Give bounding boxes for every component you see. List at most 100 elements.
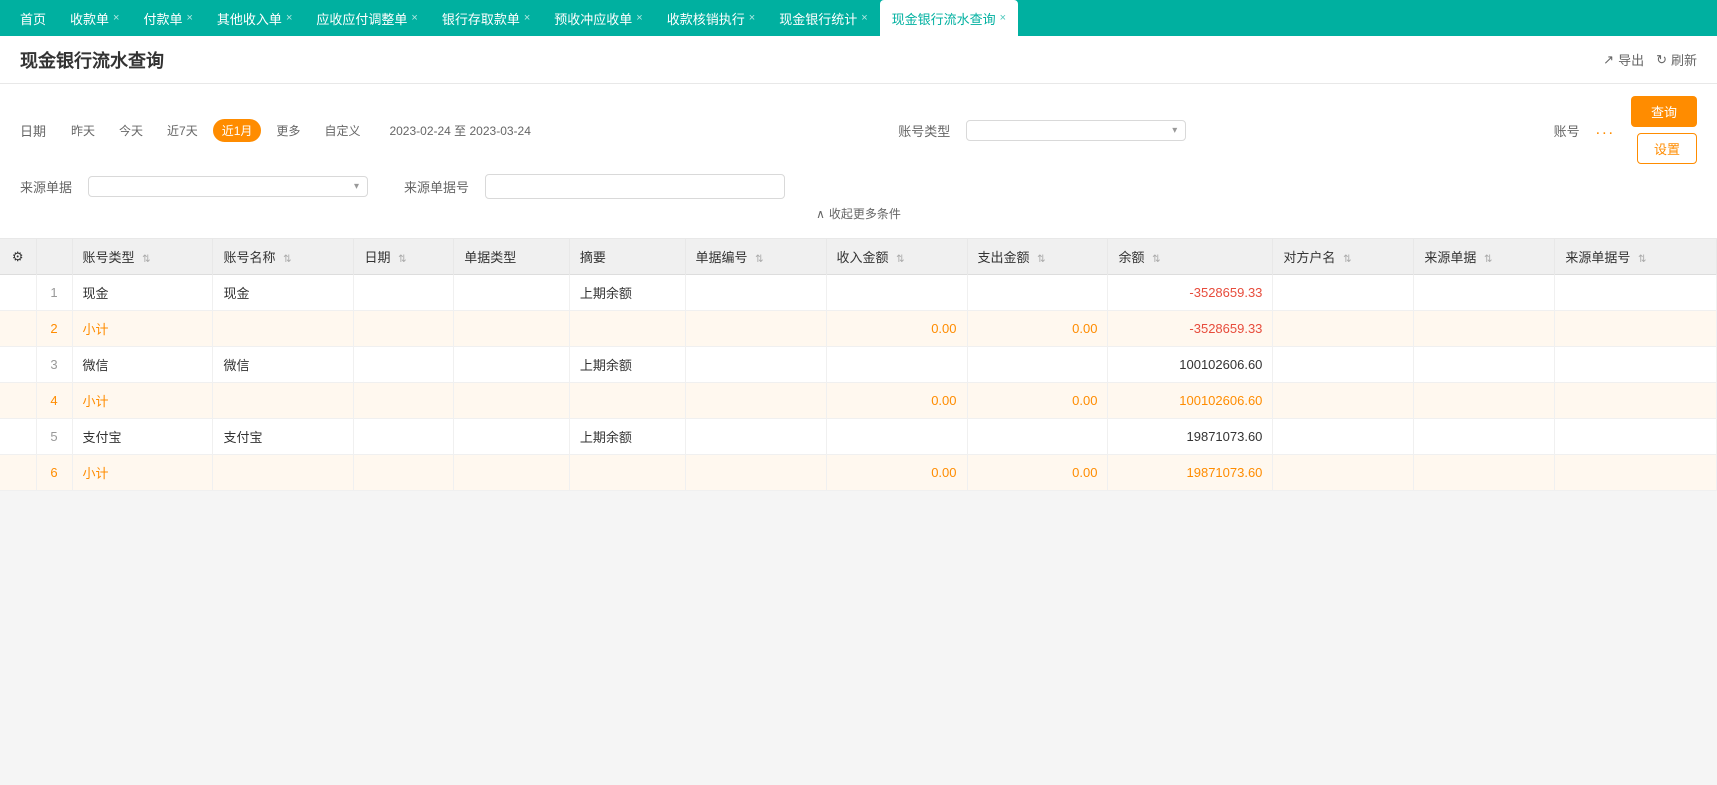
date-option-今天[interactable]: 今天 [110, 119, 152, 142]
date-option-近1月[interactable]: 近1月 [213, 119, 262, 142]
cell-doc-type [454, 455, 570, 491]
cell-date [354, 347, 454, 383]
cell-balance: 100102606.60 [1108, 383, 1273, 419]
row-index: 1 [36, 275, 72, 311]
nav-tab-收款单[interactable]: 收款单× [58, 0, 131, 36]
sort-icon: ⇅ [1484, 254, 1492, 265]
cell-income [826, 347, 967, 383]
table-header-row: ⚙账号类型 ⇅账号名称 ⇅日期 ⇅单据类型摘要单据编号 ⇅收入金额 ⇅支出金额 … [0, 239, 1717, 275]
cell-account-type: 支付宝 [72, 419, 213, 455]
cell-income [826, 275, 967, 311]
header-actions: ↗ 导出 ↻ 刷新 [1603, 50, 1697, 69]
column-date[interactable]: 日期 ⇅ [354, 239, 454, 275]
column-counterpart[interactable]: 对方户名 ⇅ [1273, 239, 1414, 275]
nav-tab-收款核销执行[interactable]: 收款核销执行× [655, 0, 767, 36]
nav-tab-银行存取款单[interactable]: 银行存取款单× [430, 0, 542, 36]
cell-summary [569, 311, 685, 347]
cell-source-doc [1414, 311, 1555, 347]
sort-icon: ⇅ [755, 254, 763, 265]
column-settings[interactable]: ⚙ [0, 239, 36, 275]
date-option-近7天[interactable]: 近7天 [158, 119, 207, 142]
account-type-select[interactable]: ▾ [966, 120, 1186, 141]
date-option-昨天[interactable]: 昨天 [62, 119, 104, 142]
date-option-更多[interactable]: 更多 [267, 119, 309, 142]
tab-close-icon[interactable]: × [411, 12, 417, 24]
page-header: 现金银行流水查询 ↗ 导出 ↻ 刷新 [0, 36, 1717, 84]
tab-close-icon[interactable]: × [113, 12, 119, 24]
cell-account-type: 小计 [72, 455, 213, 491]
cell-doc-type [454, 383, 570, 419]
settings-button[interactable]: 设置 [1637, 133, 1697, 164]
nav-tab-应收应付调整单[interactable]: 应收应付调整单× [304, 0, 429, 36]
cell-source-doc-no [1555, 347, 1717, 383]
cell-counterpart [1273, 383, 1414, 419]
cell-counterpart [1273, 311, 1414, 347]
refresh-button[interactable]: ↻ 刷新 [1656, 50, 1697, 69]
nav-tab-付款单[interactable]: 付款单× [131, 0, 204, 36]
cell-doc-no [685, 275, 826, 311]
column-summary: 摘要 [569, 239, 685, 275]
cell-summary: 上期余额 [569, 419, 685, 455]
sort-icon: ⇅ [1343, 254, 1351, 265]
source-doc-select[interactable]: ▾ [88, 176, 368, 197]
date-option-自定义[interactable]: 自定义 [315, 119, 369, 142]
nav-tab-现金银行流水查询[interactable]: 现金银行流水查询× [880, 0, 1018, 36]
table-row: 3微信微信上期余额100102606.60 [0, 347, 1717, 383]
cell-doc-no [685, 419, 826, 455]
account-more-button[interactable]: ... [1596, 121, 1615, 139]
query-button[interactable]: 查询 [1631, 96, 1697, 127]
tab-close-icon[interactable]: × [524, 12, 530, 24]
row-index: 2 [36, 311, 72, 347]
column-expense[interactable]: 支出金额 ⇅ [967, 239, 1108, 275]
column-income[interactable]: 收入金额 ⇅ [826, 239, 967, 275]
table-row: 1现金现金上期余额-3528659.33 [0, 275, 1717, 311]
nav-home[interactable]: 首页 [8, 9, 58, 28]
cell-account-name [213, 311, 354, 347]
collapse-bar[interactable]: ∧ 收起更多条件 [20, 199, 1697, 226]
cell-date [354, 455, 454, 491]
column-account_type[interactable]: 账号类型 ⇅ [72, 239, 213, 275]
page-title: 现金银行流水查询 [20, 47, 164, 73]
export-label: 导出 [1618, 50, 1644, 69]
filter-row-1: 日期 昨天今天近7天近1月更多自定义 2023-02-24 至 2023-03-… [20, 96, 1697, 164]
column-account_name[interactable]: 账号名称 ⇅ [213, 239, 354, 275]
cell-source-doc-no [1555, 383, 1717, 419]
cell-source-doc [1414, 275, 1555, 311]
top-navigation: 首页 收款单×付款单×其他收入单×应收应付调整单×银行存取款单×预收冲应收单×收… [0, 0, 1717, 36]
tab-close-icon[interactable]: × [286, 12, 292, 24]
collapse-up-icon: ∧ [816, 207, 825, 221]
tab-close-icon[interactable]: × [636, 12, 642, 24]
sort-icon: ⇅ [1037, 254, 1045, 265]
cell-doc-no [685, 383, 826, 419]
row-gear [0, 311, 36, 347]
tab-close-icon[interactable]: × [749, 12, 755, 24]
nav-tab-预收冲应收单[interactable]: 预收冲应收单× [542, 0, 654, 36]
cell-account-type: 小计 [72, 383, 213, 419]
export-button[interactable]: ↗ 导出 [1603, 50, 1644, 69]
row-gear [0, 419, 36, 455]
row-gear [0, 275, 36, 311]
tab-close-icon[interactable]: × [1000, 12, 1006, 24]
row-gear [0, 383, 36, 419]
table-row: 5支付宝支付宝上期余额19871073.60 [0, 419, 1717, 455]
nav-tab-现金银行统计[interactable]: 现金银行统计× [767, 0, 879, 36]
row-index: 6 [36, 455, 72, 491]
column-doc_no[interactable]: 单据编号 ⇅ [685, 239, 826, 275]
cell-account-name [213, 455, 354, 491]
source-doc-no-input[interactable] [485, 174, 785, 199]
cell-doc-no [685, 347, 826, 383]
column-source_doc_no[interactable]: 来源单据号 ⇅ [1555, 239, 1717, 275]
gear-icon[interactable]: ⚙ [12, 249, 24, 264]
cell-account-name [213, 383, 354, 419]
column-source_doc[interactable]: 来源单据 ⇅ [1414, 239, 1555, 275]
cell-doc-no [685, 311, 826, 347]
column-balance[interactable]: 余额 ⇅ [1108, 239, 1273, 275]
cell-balance: 19871073.60 [1108, 419, 1273, 455]
cell-account-type: 微信 [72, 347, 213, 383]
tab-close-icon[interactable]: × [186, 12, 192, 24]
nav-tab-其他收入单[interactable]: 其他收入单× [205, 0, 304, 36]
tab-close-icon[interactable]: × [861, 12, 867, 24]
cell-doc-type [454, 419, 570, 455]
cell-summary [569, 383, 685, 419]
cell-account-name: 支付宝 [213, 419, 354, 455]
